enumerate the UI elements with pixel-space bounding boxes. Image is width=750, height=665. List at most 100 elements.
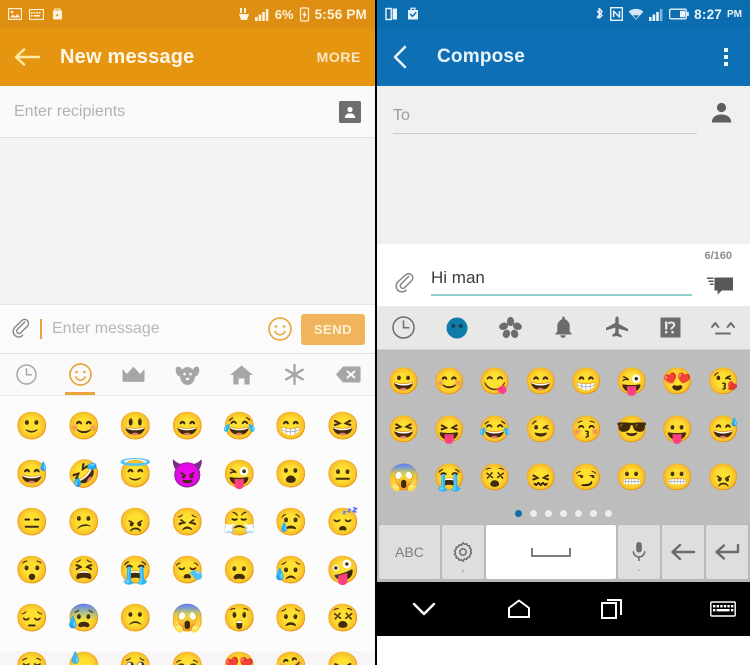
nature-tab[interactable] bbox=[484, 306, 537, 349]
emoji-cell[interactable]: 😭 bbox=[427, 453, 473, 501]
emoji-cell[interactable]: 😚 bbox=[564, 405, 610, 453]
page-dot[interactable] bbox=[530, 509, 537, 517]
emoji-cell[interactable]: 😝 bbox=[427, 405, 473, 453]
send-button[interactable]: SEND bbox=[300, 313, 365, 345]
kaomoji-tab[interactable] bbox=[697, 306, 750, 349]
message-body-field[interactable]: Hi man bbox=[431, 268, 692, 296]
emoji-cell[interactable]: 😊 bbox=[427, 357, 473, 405]
emoji-cell[interactable]: 😃 bbox=[110, 404, 162, 449]
emoji-cell[interactable]: 😈 bbox=[162, 452, 214, 497]
nav-hide-keyboard[interactable] bbox=[377, 600, 471, 618]
emoji-cell[interactable]: 😉 bbox=[518, 405, 564, 453]
emoji-cell[interactable]: 😠 bbox=[700, 453, 746, 501]
emoji-cell[interactable]: 😱 bbox=[381, 453, 427, 501]
emoji-cell[interactable]: 😅 bbox=[700, 405, 746, 453]
emoji-cell[interactable]: 😬 bbox=[609, 453, 655, 501]
emoji-cell[interactable]: 😌 bbox=[6, 644, 58, 665]
emoji-cell[interactable]: 😰 bbox=[58, 596, 110, 641]
smiley-icon[interactable] bbox=[267, 316, 293, 342]
recent-tab[interactable] bbox=[0, 354, 54, 395]
more-button[interactable]: MORE bbox=[317, 49, 361, 65]
right-emoji-grid[interactable]: 😀 😊 😋 😄 😁 😜 😍 😘 😆 😝 😂 😉 😚 😎 😛 😅 😱 😭 😵 😖 … bbox=[377, 350, 750, 502]
message-input-row[interactable]: Enter message SEND bbox=[0, 304, 375, 354]
emoji-cell[interactable]: 😵 bbox=[317, 596, 369, 641]
emoji-cell[interactable]: 😀 bbox=[381, 357, 427, 405]
emoji-cell[interactable]: 🤗 bbox=[265, 644, 317, 665]
emoji-cell[interactable]: 😲 bbox=[213, 596, 265, 641]
emoji-cell[interactable]: 😆 bbox=[317, 404, 369, 449]
emoji-cell[interactable]: 😤 bbox=[213, 500, 265, 545]
enter-key[interactable] bbox=[706, 525, 748, 579]
emoji-cell[interactable]: 😂 bbox=[213, 404, 265, 449]
page-dot[interactable] bbox=[515, 509, 522, 517]
emoji-cell[interactable]: 😍 bbox=[213, 644, 265, 665]
message-body-value[interactable]: Hi man bbox=[431, 268, 692, 288]
to-input[interactable]: To bbox=[393, 107, 697, 125]
emoji-cell[interactable]: 😴 bbox=[317, 500, 369, 545]
emoji-cell[interactable]: 😁 bbox=[265, 404, 317, 449]
objects-tab[interactable] bbox=[537, 306, 590, 349]
emoji-cell[interactable]: 😅 bbox=[6, 452, 58, 497]
recent-tab[interactable] bbox=[377, 306, 430, 349]
voice-input-key[interactable]: . bbox=[618, 525, 661, 579]
message-input[interactable]: Enter message bbox=[52, 320, 259, 338]
paperclip-icon[interactable] bbox=[10, 318, 32, 340]
emoji-cell[interactable]: 😠 bbox=[110, 500, 162, 545]
emoji-cell[interactable]: 😦 bbox=[213, 548, 265, 593]
crown-tab[interactable] bbox=[107, 354, 161, 395]
recipients-input[interactable]: Enter recipients bbox=[14, 103, 339, 121]
emoji-cell[interactable]: 😋 bbox=[472, 357, 518, 405]
emoji-cell[interactable]: 😛 bbox=[655, 405, 701, 453]
emoji-cell[interactable]: 😮 bbox=[265, 452, 317, 497]
emoji-cell[interactable]: 😑 bbox=[6, 500, 58, 545]
emoji-cell[interactable]: 😘 bbox=[700, 357, 746, 405]
contact-avatar-icon[interactable] bbox=[709, 100, 734, 134]
emoji-cell[interactable]: 😄 bbox=[162, 404, 214, 449]
emoji-cell[interactable]: 🤪 bbox=[317, 548, 369, 593]
emoji-cell[interactable]: 🙁 bbox=[110, 596, 162, 641]
smileys-tab[interactable] bbox=[430, 306, 483, 349]
emoji-cell[interactable]: 😥 bbox=[265, 548, 317, 593]
symbols-tab[interactable] bbox=[643, 306, 696, 349]
recipients-field-row[interactable]: Enter recipients bbox=[0, 86, 375, 138]
emoji-cell[interactable]: 😱 bbox=[162, 596, 214, 641]
kebab-menu-icon[interactable] bbox=[716, 44, 736, 70]
emoji-cell[interactable]: 🤣 bbox=[58, 452, 110, 497]
emoji-cell[interactable]: 😖 bbox=[518, 453, 564, 501]
back-button[interactable] bbox=[14, 47, 48, 67]
emoji-cell[interactable]: 😣 bbox=[162, 500, 214, 545]
emoji-cell[interactable]: 😔 bbox=[6, 596, 58, 641]
emoji-cell[interactable]: 😒 bbox=[162, 644, 214, 665]
nav-keyboard-switch[interactable] bbox=[660, 600, 750, 618]
emoji-cell[interactable]: 😁 bbox=[564, 357, 610, 405]
nav-recents[interactable] bbox=[566, 597, 660, 621]
to-field-row[interactable]: To bbox=[393, 107, 697, 134]
page-dot[interactable] bbox=[560, 509, 567, 517]
symbols-tab[interactable] bbox=[268, 354, 322, 395]
emoji-cell[interactable]: 😪 bbox=[162, 548, 214, 593]
animals-tab[interactable] bbox=[161, 354, 215, 395]
emoji-cell[interactable]: 😢 bbox=[265, 500, 317, 545]
emoji-cell[interactable]: 😯 bbox=[6, 548, 58, 593]
spacebar-key[interactable] bbox=[485, 525, 617, 579]
emoji-cell[interactable]: 😆 bbox=[381, 405, 427, 453]
contact-picker-icon[interactable] bbox=[339, 100, 361, 123]
settings-key[interactable]: , bbox=[441, 525, 484, 579]
page-dot[interactable] bbox=[590, 509, 597, 517]
emoji-cell[interactable]: 😵 bbox=[472, 453, 518, 501]
backspace-tab[interactable] bbox=[321, 354, 375, 395]
page-dot[interactable] bbox=[605, 509, 612, 517]
back-button[interactable] bbox=[391, 45, 425, 69]
emoji-cell[interactable]: 😏 bbox=[564, 453, 610, 501]
emoji-cell[interactable]: 😍 bbox=[655, 357, 701, 405]
places-tab[interactable] bbox=[214, 354, 268, 395]
emoji-cell[interactable]: 😜 bbox=[609, 357, 655, 405]
emoji-cell[interactable]: 😜 bbox=[213, 452, 265, 497]
emoji-cell[interactable]: 😕 bbox=[58, 500, 110, 545]
page-dot[interactable] bbox=[545, 509, 552, 517]
emoji-cell[interactable]: 😟 bbox=[265, 596, 317, 641]
paperclip-icon[interactable] bbox=[393, 272, 417, 296]
emoji-cell[interactable]: 😬 bbox=[655, 453, 701, 501]
abc-key[interactable]: ABC bbox=[379, 525, 440, 579]
page-dot[interactable] bbox=[575, 509, 582, 517]
